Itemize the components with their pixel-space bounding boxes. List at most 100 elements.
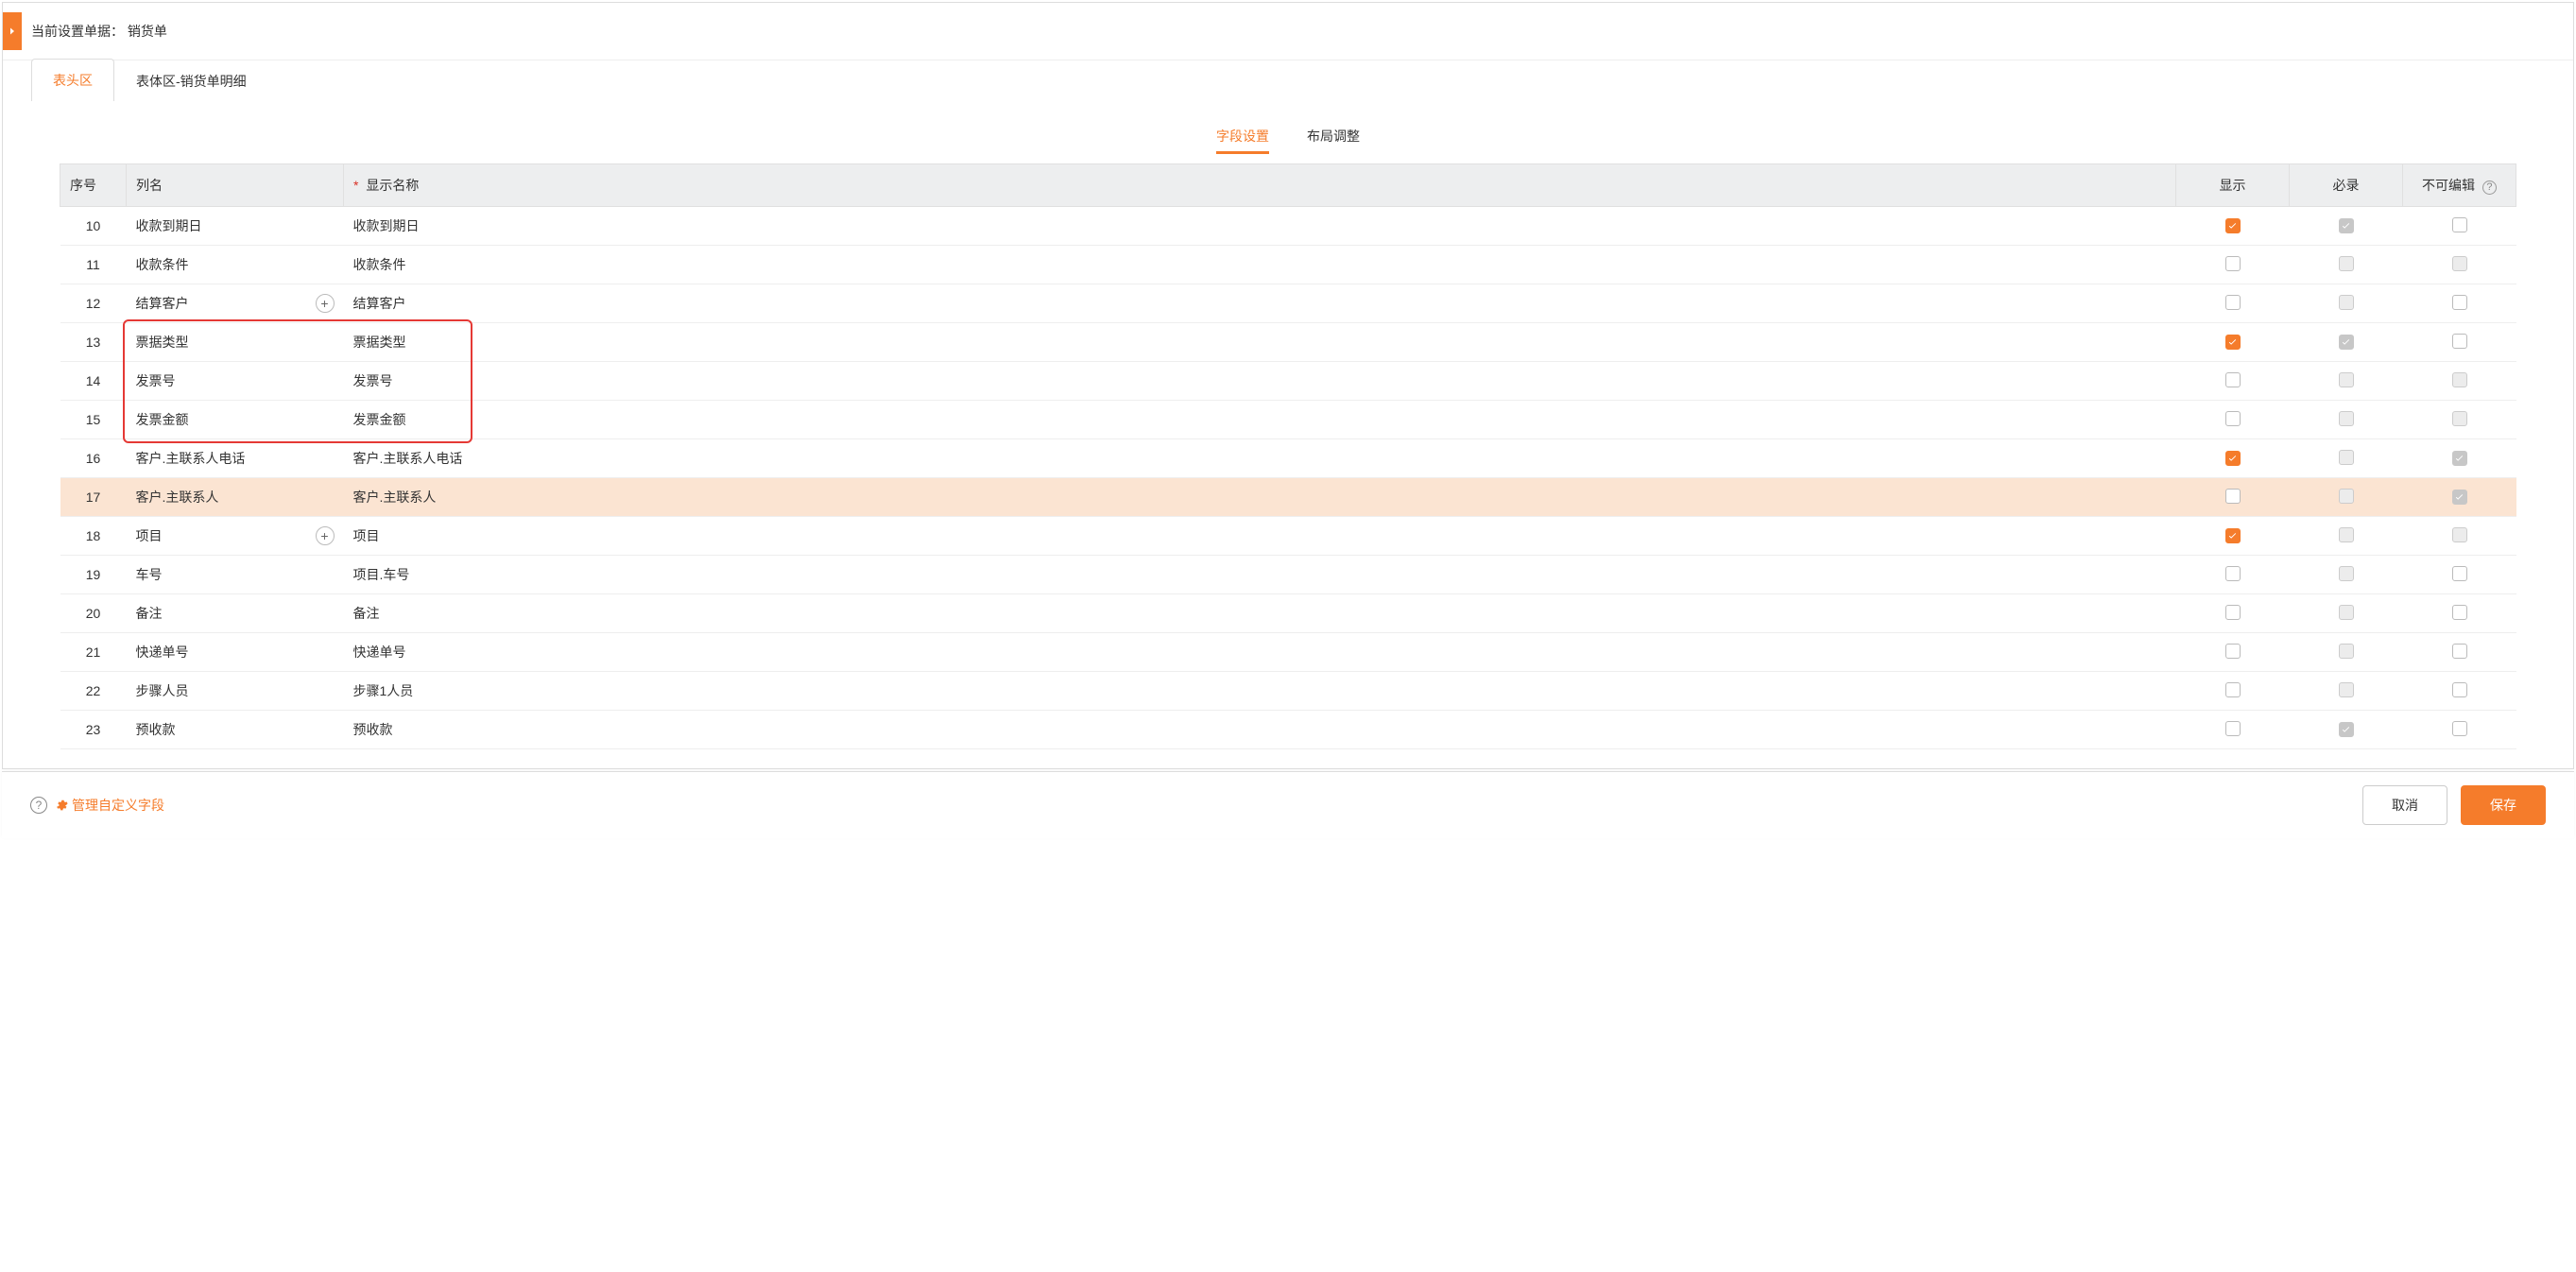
checkbox-locked[interactable] (2452, 644, 2467, 659)
row-display-name[interactable]: 发票金额 (344, 401, 2176, 439)
cell-show (2176, 711, 2290, 749)
area-tab-0[interactable]: 表头区 (31, 59, 114, 101)
checkbox-show[interactable] (2225, 528, 2241, 543)
area-tab-1[interactable]: 表体区-销货单明细 (114, 60, 268, 102)
row-col-name: 发票金额 (127, 401, 344, 439)
checkbox-show[interactable] (2225, 605, 2241, 620)
chevron-right-icon (7, 26, 18, 37)
manage-custom-fields-link[interactable]: 管理自定义字段 (55, 796, 164, 815)
row-display-name[interactable]: 票据类型 (344, 323, 2176, 362)
cell-show (2176, 439, 2290, 478)
cell-show (2176, 246, 2290, 284)
th-required: 必录 (2290, 164, 2403, 207)
checkbox-show[interactable] (2225, 335, 2241, 350)
check-icon (2454, 491, 2464, 502)
collapse-handle[interactable] (3, 12, 22, 50)
checkbox-locked (2452, 451, 2467, 466)
row-display-name[interactable]: 收款条件 (344, 246, 2176, 284)
cell-required (2290, 633, 2403, 672)
checkbox-show[interactable] (2225, 411, 2241, 426)
table-row: 16客户.主联系人电话客户.主联系人电话 (60, 439, 2516, 478)
cell-locked (2403, 401, 2516, 439)
checkbox-show[interactable] (2225, 489, 2241, 504)
checkbox-show[interactable] (2225, 218, 2241, 233)
row-index: 10 (60, 207, 127, 246)
row-index: 20 (60, 594, 127, 633)
checkbox-show[interactable] (2225, 682, 2241, 697)
table-row: 12结算客户+结算客户 (60, 284, 2516, 323)
row-index: 18 (60, 517, 127, 556)
row-index: 13 (60, 323, 127, 362)
row-col-name: 车号 (127, 556, 344, 594)
row-col-name: 发票号 (127, 362, 344, 401)
checkbox-show[interactable] (2225, 372, 2241, 387)
checkbox-show[interactable] (2225, 721, 2241, 736)
cell-show (2176, 672, 2290, 711)
row-display-name[interactable]: 发票号 (344, 362, 2176, 401)
breadcrumb-prefix: 当前设置单据： (31, 24, 124, 39)
row-index: 23 (60, 711, 127, 749)
row-index: 15 (60, 401, 127, 439)
row-col-name: 快递单号 (127, 633, 344, 672)
cell-locked (2403, 672, 2516, 711)
cell-show (2176, 284, 2290, 323)
row-display-name[interactable]: 结算客户 (344, 284, 2176, 323)
checkbox-show[interactable] (2225, 295, 2241, 310)
cell-locked (2403, 323, 2516, 362)
row-display-name[interactable]: 客户.主联系人电话 (344, 439, 2176, 478)
row-display-name[interactable]: 收款到期日 (344, 207, 2176, 246)
row-index: 14 (60, 362, 127, 401)
th-locked-label: 不可编辑 (2422, 178, 2475, 193)
sub-tab-0[interactable]: 字段设置 (1216, 121, 1269, 154)
row-col-name: 票据类型 (127, 323, 344, 362)
sub-tab-1[interactable]: 布局调整 (1307, 121, 1360, 154)
th-show: 显示 (2176, 164, 2290, 207)
cell-required (2290, 478, 2403, 517)
expand-plus-button[interactable]: + (316, 294, 335, 313)
checkbox-required (2339, 644, 2354, 659)
table-row: 18项目+项目 (60, 517, 2516, 556)
checkbox-locked[interactable] (2452, 682, 2467, 697)
checkbox-locked (2452, 411, 2467, 426)
check-icon (2341, 336, 2351, 347)
row-display-name[interactable]: 客户.主联系人 (344, 478, 2176, 517)
manage-custom-fields-label: 管理自定义字段 (72, 796, 164, 815)
row-col-name: 客户.主联系人电话 (127, 439, 344, 478)
checkbox-locked[interactable] (2452, 334, 2467, 349)
checkbox-locked[interactable] (2452, 295, 2467, 310)
row-display-name[interactable]: 项目 (344, 517, 2176, 556)
checkbox-show[interactable] (2225, 256, 2241, 271)
checkbox-show[interactable] (2225, 566, 2241, 581)
checkbox-locked[interactable] (2452, 721, 2467, 736)
checkbox-required (2339, 256, 2354, 271)
checkbox-show[interactable] (2225, 451, 2241, 466)
required-star: * (353, 178, 358, 193)
cell-required (2290, 672, 2403, 711)
checkbox-locked[interactable] (2452, 605, 2467, 620)
cancel-button[interactable]: 取消 (2362, 785, 2447, 825)
checkbox-show[interactable] (2225, 644, 2241, 659)
cell-locked (2403, 439, 2516, 478)
cell-required (2290, 323, 2403, 362)
row-col-name: 客户.主联系人 (127, 478, 344, 517)
row-col-name: 收款到期日 (127, 207, 344, 246)
breadcrumb: 当前设置单据： 销货单 (31, 22, 167, 41)
row-display-name[interactable]: 备注 (344, 594, 2176, 633)
help-icon[interactable]: ? (30, 797, 47, 814)
checkbox-locked[interactable] (2452, 217, 2467, 232)
row-display-name[interactable]: 项目.车号 (344, 556, 2176, 594)
th-display-name: * 显示名称 (344, 164, 2176, 207)
save-button[interactable]: 保存 (2461, 785, 2546, 825)
table-row: 13票据类型票据类型 (60, 323, 2516, 362)
checkbox-required (2339, 722, 2354, 737)
table-row: 14发票号发票号 (60, 362, 2516, 401)
checkbox-locked (2452, 372, 2467, 387)
expand-plus-button[interactable]: + (316, 526, 335, 545)
th-display-name-label: 显示名称 (366, 178, 419, 193)
checkbox-locked[interactable] (2452, 566, 2467, 581)
row-index: 12 (60, 284, 127, 323)
row-display-name[interactable]: 预收款 (344, 711, 2176, 749)
help-icon[interactable]: ? (2482, 180, 2497, 195)
row-display-name[interactable]: 步骤1人员 (344, 672, 2176, 711)
row-display-name[interactable]: 快递单号 (344, 633, 2176, 672)
